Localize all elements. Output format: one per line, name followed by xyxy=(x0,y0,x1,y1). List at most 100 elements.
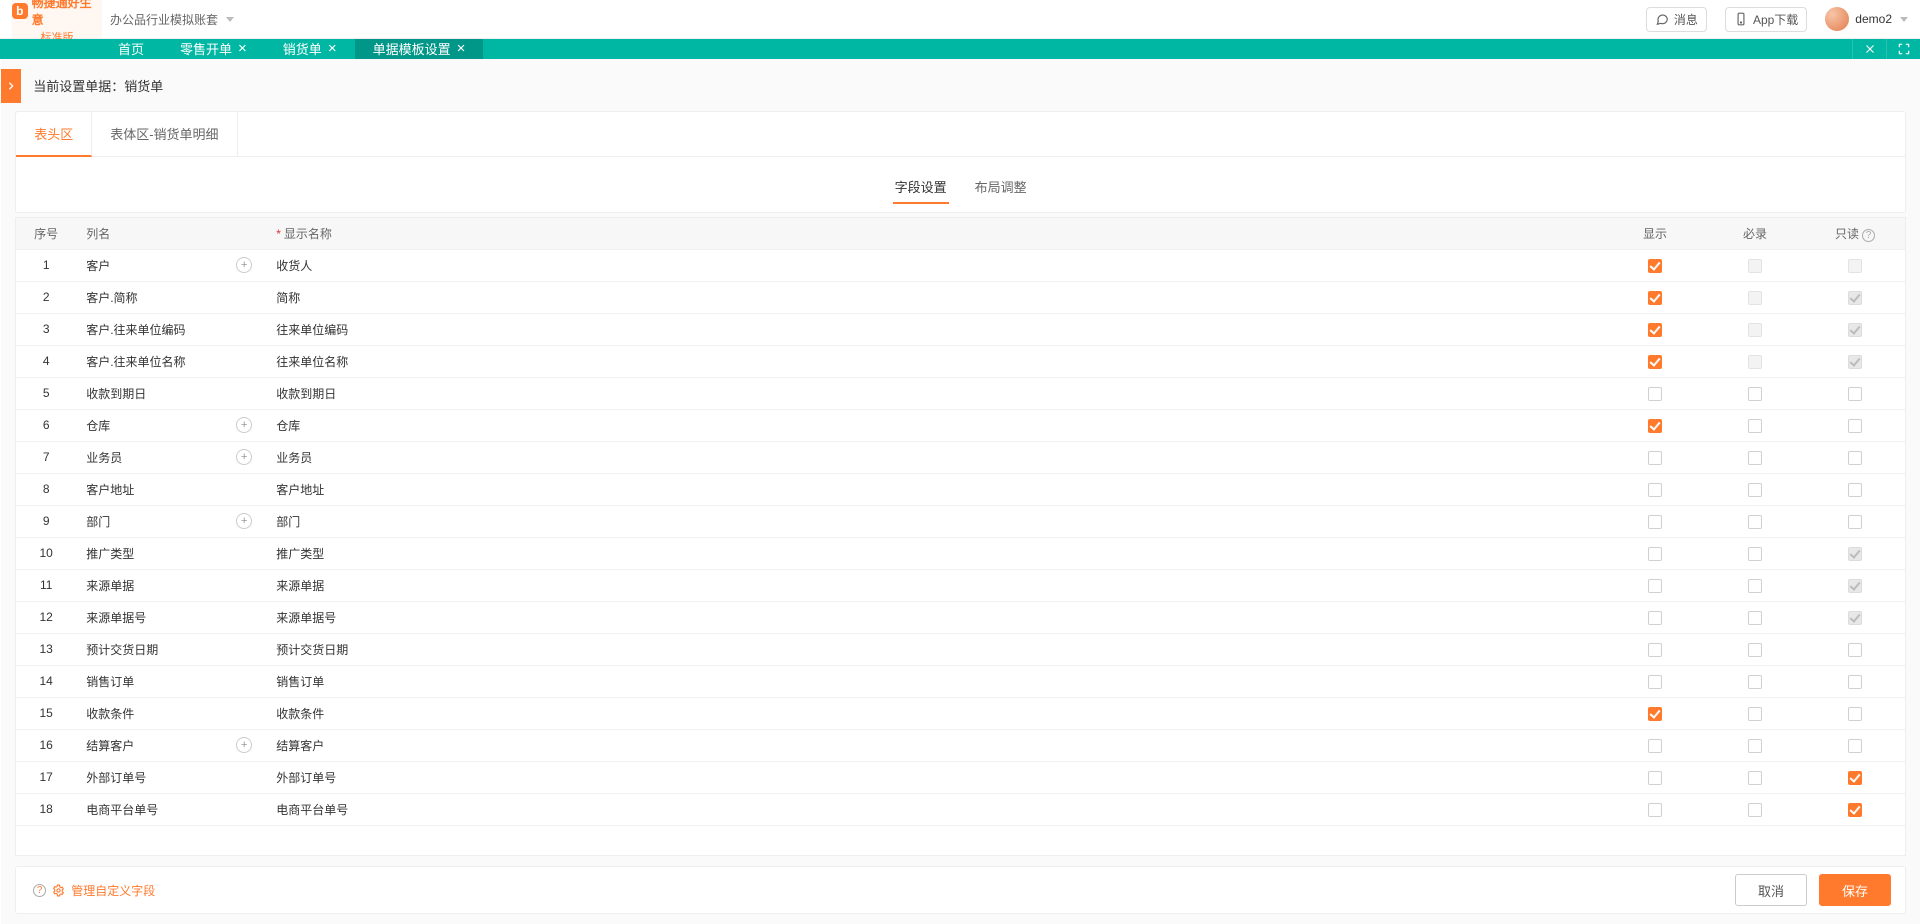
fullscreen-button[interactable] xyxy=(1886,39,1920,59)
checkbox[interactable] xyxy=(1848,515,1862,529)
cell-display-name[interactable]: 往来单位名称 xyxy=(266,345,1605,377)
cell-show xyxy=(1605,697,1705,729)
checkbox[interactable] xyxy=(1848,451,1862,465)
main-panel: 当前设置单据：销货单 表头区表体区-销货单明细 字段设置布局调整 序号 列名 xyxy=(1,59,1920,924)
cell-display-name[interactable]: 收款到期日 xyxy=(266,377,1605,409)
checkbox[interactable] xyxy=(1648,387,1662,401)
col-name-text: 仓库 xyxy=(86,419,110,433)
checkbox[interactable] xyxy=(1748,707,1762,721)
checkbox[interactable] xyxy=(1848,675,1862,689)
checkbox[interactable] xyxy=(1648,803,1662,817)
checkbox[interactable] xyxy=(1648,771,1662,785)
panel-expand-button[interactable] xyxy=(1,69,21,103)
checkbox[interactable] xyxy=(1648,323,1662,337)
tab-单据模板设置[interactable]: 单据模板设置× xyxy=(355,39,484,59)
checkbox[interactable] xyxy=(1748,451,1762,465)
checkbox[interactable] xyxy=(1748,483,1762,497)
add-subcolumn-button[interactable]: + xyxy=(236,737,252,753)
cell-name: 来源单据 xyxy=(76,569,266,601)
checkbox[interactable] xyxy=(1848,387,1862,401)
checkbox[interactable] xyxy=(1648,675,1662,689)
checkbox[interactable] xyxy=(1848,707,1862,721)
checkbox[interactable] xyxy=(1748,675,1762,689)
add-subcolumn-button[interactable]: + xyxy=(236,449,252,465)
brand-logo[interactable]: b畅捷通好生意 标准版 xyxy=(12,0,102,38)
checkbox[interactable] xyxy=(1648,611,1662,625)
checkbox[interactable] xyxy=(1648,579,1662,593)
checkbox[interactable] xyxy=(1848,419,1862,433)
checkbox[interactable] xyxy=(1848,803,1862,817)
app-download-button[interactable]: App下载 xyxy=(1725,7,1807,32)
inner-tab-1[interactable]: 布局调整 xyxy=(973,171,1029,204)
checkbox[interactable] xyxy=(1848,483,1862,497)
add-subcolumn-button[interactable]: + xyxy=(236,257,252,273)
checkbox[interactable] xyxy=(1748,547,1762,561)
add-subcolumn-button[interactable]: + xyxy=(236,513,252,529)
area-tab-0[interactable]: 表头区 xyxy=(16,112,92,157)
checkbox[interactable] xyxy=(1848,771,1862,785)
cell-display-name[interactable]: 电商平台单号 xyxy=(266,793,1605,825)
tab-零售开单[interactable]: 零售开单× xyxy=(162,39,265,59)
checkbox[interactable] xyxy=(1848,643,1862,657)
checkbox[interactable] xyxy=(1748,803,1762,817)
cell-display-name[interactable]: 业务员 xyxy=(266,441,1605,473)
checkbox[interactable] xyxy=(1648,547,1662,561)
cell-display-name[interactable]: 推广类型 xyxy=(266,537,1605,569)
checkbox[interactable] xyxy=(1748,515,1762,529)
cell-display-name[interactable]: 结算客户 xyxy=(266,729,1605,761)
checkbox[interactable] xyxy=(1748,419,1762,433)
area-tab-1[interactable]: 表体区-销货单明细 xyxy=(92,112,237,156)
tab-销货单[interactable]: 销货单× xyxy=(265,39,355,59)
user-menu[interactable]: demo2 xyxy=(1825,7,1908,31)
table-row: 5收款到期日收款到期日 xyxy=(16,377,1905,409)
help-icon[interactable]: ? xyxy=(1862,229,1875,242)
cell-readonly xyxy=(1805,377,1905,409)
close-all-tabs-button[interactable] xyxy=(1852,39,1886,59)
close-icon[interactable]: × xyxy=(457,41,466,56)
messages-button[interactable]: 消息 xyxy=(1646,7,1707,32)
tab-首页[interactable]: 首页 xyxy=(100,39,162,59)
custom-fields-link[interactable]: ? 管理自定义字段 xyxy=(30,882,155,899)
checkbox[interactable] xyxy=(1748,739,1762,753)
checkbox[interactable] xyxy=(1648,707,1662,721)
cell-display-name[interactable]: 外部订单号 xyxy=(266,761,1605,793)
cell-display-name[interactable]: 来源单据号 xyxy=(266,601,1605,633)
cell-display-name[interactable]: 预计交货日期 xyxy=(266,633,1605,665)
checkbox[interactable] xyxy=(1648,259,1662,273)
cell-display-name[interactable]: 收款条件 xyxy=(266,697,1605,729)
close-icon[interactable]: × xyxy=(238,41,247,56)
cell-display-name[interactable]: 客户地址 xyxy=(266,473,1605,505)
cell-required xyxy=(1705,729,1805,761)
checkbox[interactable] xyxy=(1748,387,1762,401)
cancel-button[interactable]: 取消 xyxy=(1735,874,1807,906)
cell-display-name[interactable]: 销售订单 xyxy=(266,665,1605,697)
cell-display-name[interactable]: 简称 xyxy=(266,281,1605,313)
save-button[interactable]: 保存 xyxy=(1819,874,1891,906)
checkbox[interactable] xyxy=(1648,355,1662,369)
add-subcolumn-button[interactable]: + xyxy=(236,417,252,433)
checkbox[interactable] xyxy=(1748,771,1762,785)
account-selector[interactable]: 办公品行业模拟账套 xyxy=(110,11,234,28)
cell-display-name[interactable]: 来源单据 xyxy=(266,569,1605,601)
checkbox[interactable] xyxy=(1648,515,1662,529)
checkbox[interactable] xyxy=(1648,739,1662,753)
checkbox[interactable] xyxy=(1748,611,1762,625)
cell-display-name[interactable]: 往来单位编码 xyxy=(266,313,1605,345)
checkbox[interactable] xyxy=(1648,483,1662,497)
cell-display-name[interactable]: 仓库 xyxy=(266,409,1605,441)
cell-display-name[interactable]: 部门 xyxy=(266,505,1605,537)
inner-tab-0[interactable]: 字段设置 xyxy=(893,171,949,204)
cell-readonly xyxy=(1805,473,1905,505)
checkbox[interactable] xyxy=(1648,419,1662,433)
fields-table-wrap[interactable]: 序号 列名 *显示名称 显示 必录 只读? 1客户+收货人2客户.简称简称3客户… xyxy=(15,217,1906,856)
cell-required xyxy=(1705,345,1805,377)
checkbox[interactable] xyxy=(1648,451,1662,465)
th-disp: *显示名称 xyxy=(266,218,1605,250)
cell-display-name[interactable]: 收货人 xyxy=(266,249,1605,281)
checkbox[interactable] xyxy=(1648,643,1662,657)
checkbox[interactable] xyxy=(1648,291,1662,305)
close-icon[interactable]: × xyxy=(328,41,337,56)
checkbox[interactable] xyxy=(1748,579,1762,593)
checkbox[interactable] xyxy=(1848,739,1862,753)
checkbox[interactable] xyxy=(1748,643,1762,657)
